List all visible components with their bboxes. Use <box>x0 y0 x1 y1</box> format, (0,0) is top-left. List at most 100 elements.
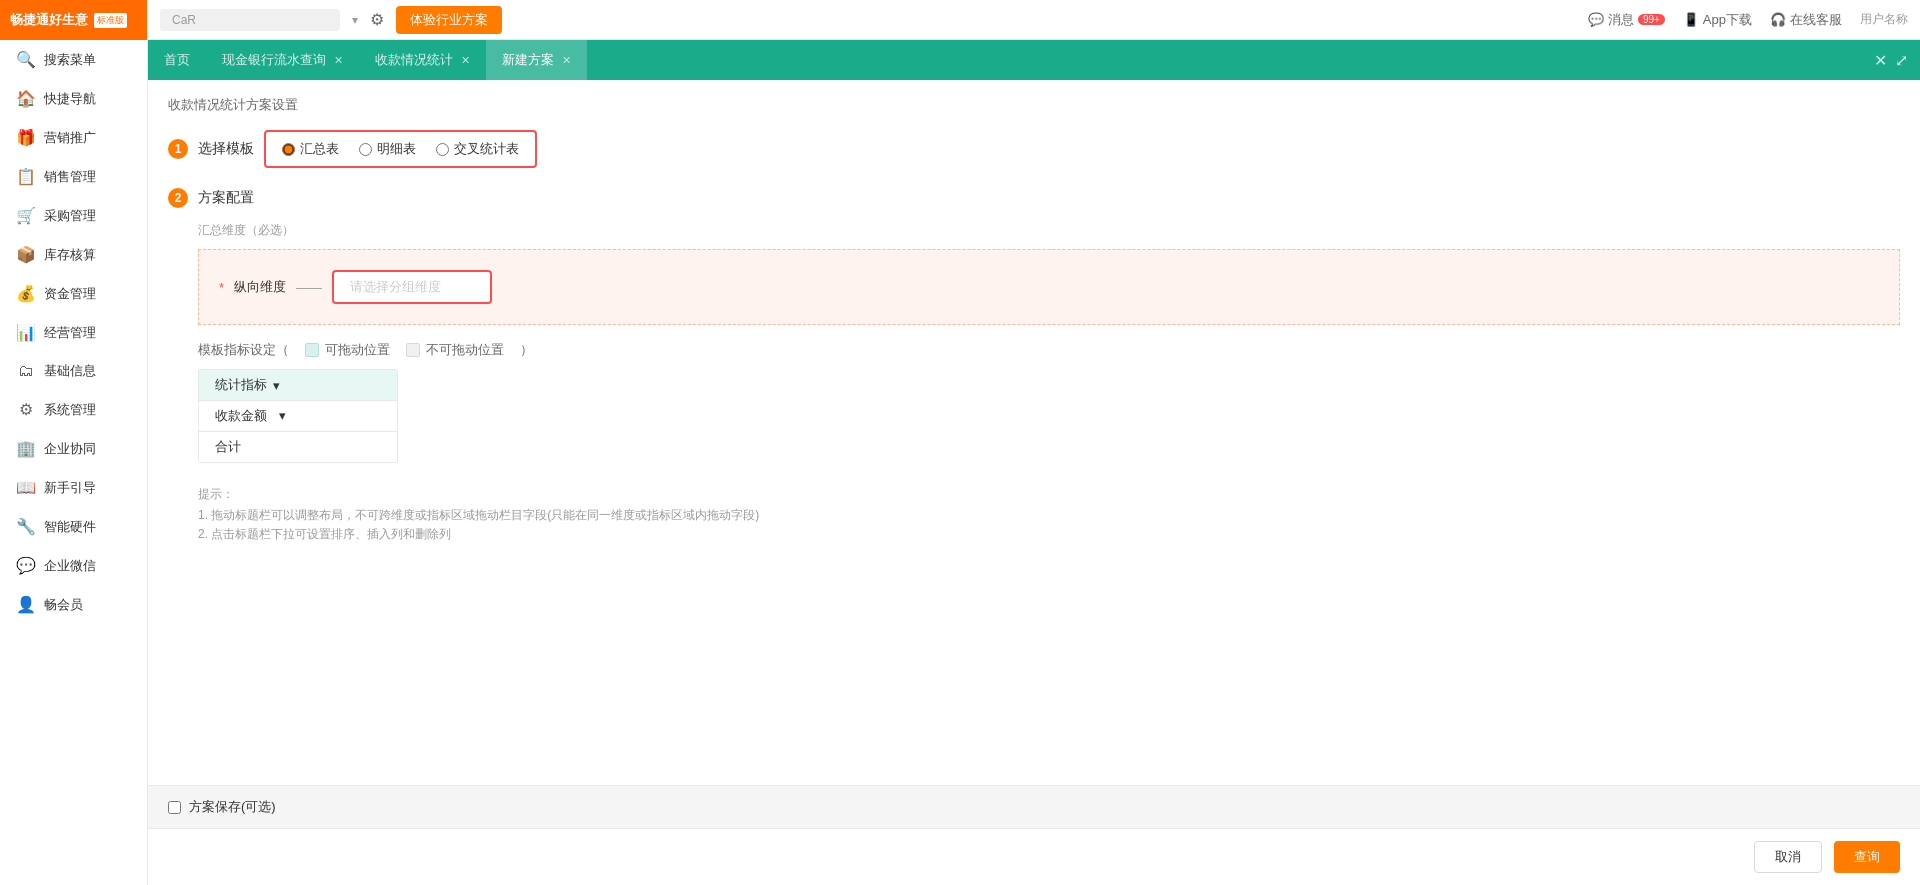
required-mark: * <box>219 280 224 295</box>
draggable-label: 可拖动位置 <box>325 341 390 359</box>
content-inner: 收款情况统计方案设置 1 选择模板 汇总表 明细表 <box>148 80 1920 785</box>
tab-new-plan-close-icon[interactable]: ✕ <box>562 54 571 67</box>
metrics-header-label: 统计指标 <box>215 376 267 394</box>
service-button[interactable]: 🎧 在线客服 <box>1770 11 1842 29</box>
radio-summary-label: 汇总表 <box>300 140 339 158</box>
step1-header: 1 选择模板 汇总表 明细表 交叉统计表 <box>168 130 1900 168</box>
sidebar-label: 搜索菜单 <box>44 51 96 69</box>
sidebar-label: 企业微信 <box>44 557 96 575</box>
tab-collection-stat[interactable]: 收款情况统计 ✕ <box>359 40 486 80</box>
save-checkbox[interactable] <box>168 801 181 814</box>
fixed-indicator <box>406 343 420 357</box>
tips-item-2: 2. 点击标题栏下拉可设置排序、插入列和删除列 <box>198 526 1900 543</box>
radio-detail-label: 明细表 <box>377 140 416 158</box>
tips-item-1: 1. 拖动标题栏可以调整布局，不可跨维度或指标区域拖动栏目字段(只能在同一维度或… <box>198 507 1900 524</box>
radio-detail-input[interactable] <box>359 143 372 156</box>
gift-icon: 🎁 <box>16 128 36 147</box>
page-title: 收款情况统计方案设置 <box>168 96 1900 114</box>
dropdown-arrow-icon[interactable]: ▾ <box>352 13 358 27</box>
folder-icon: 🗂 <box>16 362 36 380</box>
trial-button[interactable]: 体验行业方案 <box>396 6 502 34</box>
tab-bank-flow-label: 现金银行流水查询 <box>222 51 326 69</box>
service-label: 在线客服 <box>1790 11 1842 29</box>
draggable-legend: 可拖动位置 <box>305 341 390 359</box>
sidebar-item-member[interactable]: 👤 畅会员 <box>0 585 147 624</box>
sidebar-item-marketing[interactable]: 🎁 营销推广 <box>0 118 147 157</box>
tab-new-plan[interactable]: 新建方案 ✕ <box>486 40 587 80</box>
metrics-dropdown-icon[interactable]: ▾ <box>273 378 280 393</box>
sidebar-item-finance[interactable]: 💰 资金管理 <box>0 274 147 313</box>
footer: 方案保存(可选) <box>148 785 1920 828</box>
download-label: App下载 <box>1703 11 1752 29</box>
sidebar-item-weixin[interactable]: 💬 企业微信 <box>0 546 147 585</box>
metrics-table-header[interactable]: 统计指标 ▾ <box>199 370 397 400</box>
query-button[interactable]: 查询 <box>1834 841 1900 873</box>
radio-summary[interactable]: 汇总表 <box>282 140 339 158</box>
message-label: 消息 <box>1608 11 1634 29</box>
sidebar: 畅捷通好生意 标准版 🔍 搜索菜单 🏠 快捷导航 🎁 营销推广 📋 销售管理 🛒… <box>0 0 148 885</box>
dimension-select[interactable]: 请选择分组维度 <box>332 270 492 304</box>
sidebar-label: 智能硬件 <box>44 518 96 536</box>
step1-section: 1 选择模板 汇总表 明细表 交叉统计表 <box>168 130 1900 168</box>
metrics-total-label: 合计 <box>215 439 241 454</box>
tips-title: 提示： <box>198 486 1900 503</box>
sidebar-label: 快捷导航 <box>44 90 96 108</box>
header-search[interactable]: CaR <box>160 9 340 31</box>
dimension-area: * 纵向维度 —— 请选择分组维度 <box>198 249 1900 325</box>
sidebar-item-inventory[interactable]: 📦 库存核算 <box>0 235 147 274</box>
message-badge: 99+ <box>1638 14 1665 25</box>
building-icon: 🏢 <box>16 439 36 458</box>
radio-cross-input[interactable] <box>436 143 449 156</box>
sidebar-item-enterprise[interactable]: 🏢 企业协同 <box>0 429 147 468</box>
dimension-row-label: 纵向维度 <box>234 278 286 296</box>
money-icon: 💰 <box>16 284 36 303</box>
bottom-bar: 取消 查询 <box>148 828 1920 885</box>
sidebar-item-quick-nav[interactable]: 🏠 快捷导航 <box>0 79 147 118</box>
sidebar-item-purchase[interactable]: 🛒 采购管理 <box>0 196 147 235</box>
sidebar-label: 营销推广 <box>44 129 96 147</box>
tab-bank-flow-close-icon[interactable]: ✕ <box>334 54 343 67</box>
window-expand-icon[interactable]: ⤢ <box>1895 51 1908 70</box>
metrics-row-amount[interactable]: 收款金额 ▾ <box>199 400 397 431</box>
sidebar-item-smart-hardware[interactable]: 🔧 智能硬件 <box>0 507 147 546</box>
sidebar-item-system[interactable]: ⚙ 系统管理 <box>0 390 147 429</box>
metrics-amount-label: 收款金额 <box>215 408 267 423</box>
radio-cross[interactable]: 交叉统计表 <box>436 140 519 158</box>
tab-home[interactable]: 首页 <box>148 40 206 80</box>
sidebar-label: 经营管理 <box>44 324 96 342</box>
draggable-indicator <box>305 343 319 357</box>
sidebar-item-sales[interactable]: 📋 销售管理 <box>0 157 147 196</box>
search-menu-icon: 🔍 <box>16 50 36 69</box>
sidebar-item-operation[interactable]: 📊 经营管理 <box>0 313 147 352</box>
radio-summary-input[interactable] <box>282 143 295 156</box>
download-button[interactable]: 📱 App下载 <box>1683 11 1752 29</box>
config-section: 汇总维度（必选） * 纵向维度 —— 请选择分组维度 模板指标设定（ 可拖动位置 <box>168 222 1900 543</box>
metrics-amount-dropdown-icon[interactable]: ▾ <box>279 408 286 423</box>
sidebar-item-search-menu[interactable]: 🔍 搜索菜单 <box>0 40 147 79</box>
sidebar-label: 系统管理 <box>44 401 96 419</box>
settings-icon[interactable]: ⚙ <box>370 10 384 29</box>
message-button[interactable]: 💬 消息 99+ <box>1588 11 1665 29</box>
gear-icon: ⚙ <box>16 400 36 419</box>
cart-icon: 🛒 <box>16 206 36 225</box>
tab-home-label: 首页 <box>164 51 190 69</box>
header-right: 💬 消息 99+ 📱 App下载 🎧 在线客服 用户名称 <box>1588 11 1908 29</box>
tab-collection-stat-label: 收款情况统计 <box>375 51 453 69</box>
window-close-icon[interactable]: ✕ <box>1874 51 1887 70</box>
radio-detail[interactable]: 明细表 <box>359 140 416 158</box>
sidebar-item-guide[interactable]: 📖 新手引导 <box>0 468 147 507</box>
download-icon: 📱 <box>1683 12 1699 27</box>
sidebar-label: 销售管理 <box>44 168 96 186</box>
cancel-button[interactable]: 取消 <box>1754 841 1822 873</box>
message-icon: 💬 <box>1588 12 1604 27</box>
tab-collection-stat-close-icon[interactable]: ✕ <box>461 54 470 67</box>
home-icon: 🏠 <box>16 89 36 108</box>
sidebar-item-basic-info[interactable]: 🗂 基础信息 <box>0 352 147 390</box>
tab-bank-flow[interactable]: 现金银行流水查询 ✕ <box>206 40 359 80</box>
username: 用户名称 <box>1860 11 1908 28</box>
dimension-section-title: 汇总维度（必选） <box>198 222 1900 239</box>
step1-number: 1 <box>168 139 188 159</box>
logo-text: 畅捷通好生意 <box>10 11 88 29</box>
sidebar-label: 企业协同 <box>44 440 96 458</box>
metrics-title-suffix: ） <box>520 341 533 359</box>
